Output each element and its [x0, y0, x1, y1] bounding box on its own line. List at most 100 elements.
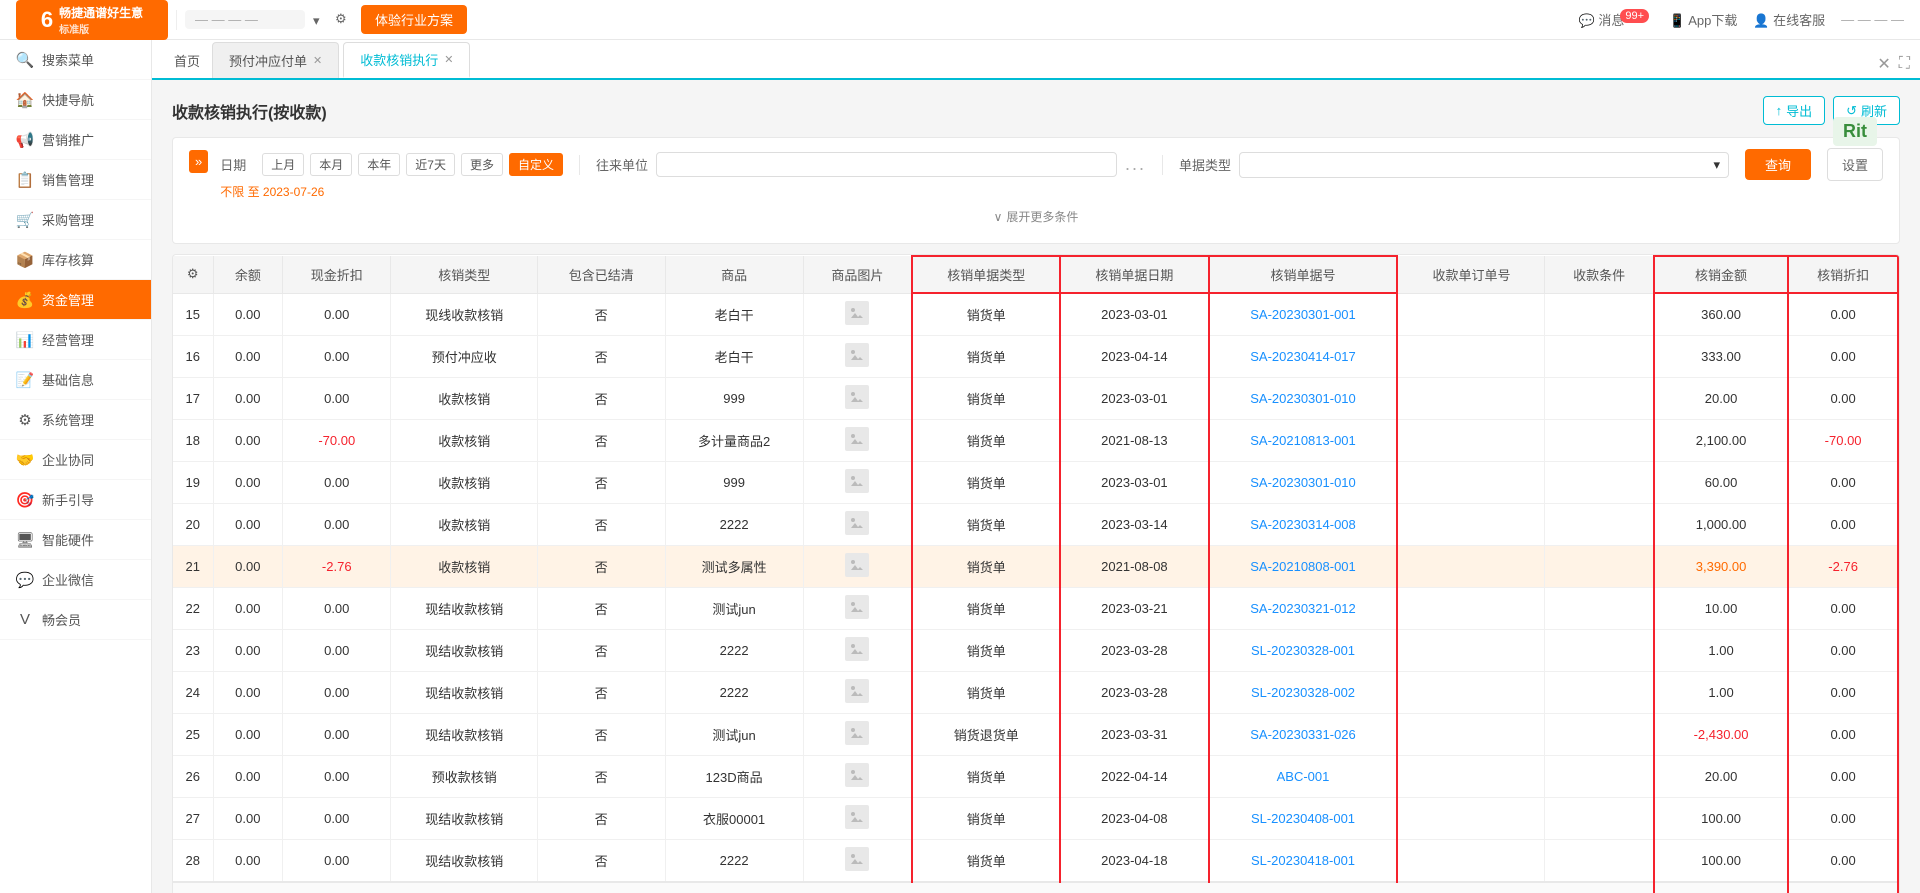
bill-no-link[interactable]: ABC-001: [1277, 769, 1330, 784]
sidebar-item-7[interactable]: 📊经营管理: [0, 320, 151, 360]
message-badge: 99+: [1620, 9, 1649, 23]
table-header-row: ⚙ 余额 现金折扣 核销类型 包含已结清 商品 商品图片 核销单据类型 核销单据…: [173, 256, 1898, 293]
td-bill-no[interactable]: SL-20230408-001: [1209, 797, 1398, 839]
tab-home[interactable]: 首页: [162, 42, 212, 78]
date-7days[interactable]: 近7天: [406, 153, 455, 176]
sidebar-item-10[interactable]: 🤝企业协同: [0, 440, 151, 480]
td-goods: 多计量商品2: [665, 419, 803, 461]
sidebar-item-14[interactable]: V畅会员: [0, 600, 151, 640]
expand-more-btn[interactable]: ∨ 展开更多条件: [189, 208, 1883, 225]
sidebar-item-2[interactable]: 📢营销推广: [0, 120, 151, 160]
date-this-month[interactable]: 本月: [310, 153, 352, 176]
sidebar-label-8: 基础信息: [42, 370, 94, 389]
td-bill-no[interactable]: SL-20230328-001: [1209, 629, 1398, 671]
bill-no-link[interactable]: SA-20210813-001: [1250, 433, 1356, 448]
partner-input[interactable]: [656, 152, 1117, 177]
bill-no-link[interactable]: SA-20230301-010: [1250, 475, 1356, 490]
td-writeoff-type: 收款核销: [391, 419, 538, 461]
td-bill-no[interactable]: SA-20230414-017: [1209, 335, 1398, 377]
td-goods-img: [803, 671, 912, 713]
td-goods: 测试jun: [665, 713, 803, 755]
tab-prepay[interactable]: 预付冲应付单 ✕: [212, 42, 339, 78]
tab-writeoff-close[interactable]: ✕: [444, 53, 453, 66]
sidebar-item-5[interactable]: 📦库存核算: [0, 240, 151, 280]
export-button[interactable]: ↑ 导出: [1763, 96, 1826, 125]
bill-no-link[interactable]: SA-20230414-017: [1250, 349, 1356, 364]
sidebar-item-9[interactable]: ⚙系统管理: [0, 400, 151, 440]
td-bill-no[interactable]: SA-20230301-010: [1209, 461, 1398, 503]
sidebar-item-1[interactable]: 🏠快捷导航: [0, 80, 151, 120]
date-more[interactable]: 更多: [461, 153, 503, 176]
sidebar-icon-1: 🏠: [16, 91, 34, 109]
bill-no-link[interactable]: SL-20230328-001: [1251, 643, 1355, 658]
bill-no-link[interactable]: SA-20230331-026: [1250, 727, 1356, 742]
query-button[interactable]: 查询: [1745, 149, 1811, 180]
sidebar-item-4[interactable]: 🛒采购管理: [0, 200, 151, 240]
company-dropdown-icon[interactable]: ▾: [313, 13, 327, 27]
sidebar-item-6[interactable]: 💰资金管理: [0, 280, 151, 320]
td-balance: 0.00: [213, 335, 283, 377]
bill-no-link[interactable]: SA-20210808-001: [1250, 559, 1356, 574]
table-row: 24 0.00 0.00 现结收款核销 否 2222 销货单 2023-03-2…: [173, 671, 1898, 713]
window-expand-icon[interactable]: ⛶: [1899, 55, 1910, 73]
settings-icon[interactable]: ⚙: [335, 11, 353, 29]
sidebar-item-12[interactable]: 🖥智能硬件: [0, 520, 151, 560]
td-balance: 0.00: [213, 839, 283, 882]
td-bill-no[interactable]: SA-20230301-010: [1209, 377, 1398, 419]
td-bill-no[interactable]: SA-20230314-008: [1209, 503, 1398, 545]
th-goods-img: 商品图片: [803, 256, 912, 293]
voucher-type-select[interactable]: ▾: [1239, 152, 1729, 178]
td-bill-no[interactable]: SA-20210813-001: [1209, 419, 1398, 461]
date-this-year[interactable]: 本年: [358, 153, 400, 176]
td-receipt-condition: [1545, 671, 1654, 713]
sidebar-item-11[interactable]: 🎯新手引导: [0, 480, 151, 520]
bill-no-link[interactable]: SL-20230408-001: [1251, 811, 1355, 826]
sidebar-label-0: 搜索菜单: [42, 50, 94, 69]
td-balance: 0.00: [213, 377, 283, 419]
bill-no-link[interactable]: SA-20230301-001: [1250, 307, 1356, 322]
td-bill-no[interactable]: SA-20230331-026: [1209, 713, 1398, 755]
td-goods: 2222: [665, 671, 803, 713]
th-settings[interactable]: ⚙: [173, 256, 213, 293]
table-row: 25 0.00 0.00 现结收款核销 否 测试jun 销货退货单 2023-0…: [173, 713, 1898, 755]
message-icon[interactable]: 💬 消息99+: [1579, 10, 1654, 29]
filter-collapse-btn[interactable]: »: [189, 150, 208, 173]
date-custom[interactable]: 自定义: [509, 153, 563, 176]
solution-button[interactable]: 体验行业方案: [361, 5, 467, 34]
window-close-icon[interactable]: ✕: [1877, 54, 1890, 74]
bill-no-link[interactable]: SL-20230418-001: [1251, 853, 1355, 868]
td-cash-discount: 0.00: [283, 797, 391, 839]
tab-prepay-close[interactable]: ✕: [313, 54, 322, 67]
td-bill-no[interactable]: SL-20230328-002: [1209, 671, 1398, 713]
td-bill-no[interactable]: SL-20230418-001: [1209, 839, 1398, 882]
td-included: 否: [538, 755, 665, 797]
tab-writeoff[interactable]: 收款核销执行 ✕: [343, 42, 470, 78]
sidebar-item-13[interactable]: 💬企业微信: [0, 560, 151, 600]
app-download-link[interactable]: 📱 App下载: [1669, 10, 1737, 29]
td-writeoff-amount: -2,430.00: [1654, 713, 1788, 755]
td-cash-discount: -2.76: [283, 545, 391, 587]
sidebar-item-0[interactable]: 🔍搜索菜单: [0, 40, 151, 80]
settings-button[interactable]: 设置: [1827, 148, 1883, 181]
td-goods: 老白干: [665, 335, 803, 377]
partner-dots[interactable]: ...: [1125, 154, 1146, 175]
table-row: 26 0.00 0.00 预收款核销 否 123D商品 销货单 2022-04-…: [173, 755, 1898, 797]
td-balance: 0.00: [213, 587, 283, 629]
td-bill-no[interactable]: ABC-001: [1209, 755, 1398, 797]
bill-no-link[interactable]: SL-20230328-002: [1251, 685, 1355, 700]
bill-no-link[interactable]: SA-20230314-008: [1250, 517, 1356, 532]
td-goods: 测试多属性: [665, 545, 803, 587]
td-bill-no[interactable]: SA-20210808-001: [1209, 545, 1398, 587]
online-service-link[interactable]: 👤 在线客服: [1753, 10, 1825, 29]
td-bill-date: 2023-03-01: [1060, 293, 1208, 335]
td-bill-no[interactable]: SA-20230301-001: [1209, 293, 1398, 335]
td-bill-type: 销货单: [912, 671, 1060, 713]
bill-no-link[interactable]: SA-20230321-012: [1250, 601, 1356, 616]
td-writeoff-discount: 0.00: [1788, 503, 1898, 545]
company-selector[interactable]: — — — —: [185, 10, 305, 29]
sidebar-item-3[interactable]: 📋销售管理: [0, 160, 151, 200]
bill-no-link[interactable]: SA-20230301-010: [1250, 391, 1356, 406]
td-bill-no[interactable]: SA-20230321-012: [1209, 587, 1398, 629]
date-last-month[interactable]: 上月: [262, 153, 304, 176]
sidebar-item-8[interactable]: 📝基础信息: [0, 360, 151, 400]
